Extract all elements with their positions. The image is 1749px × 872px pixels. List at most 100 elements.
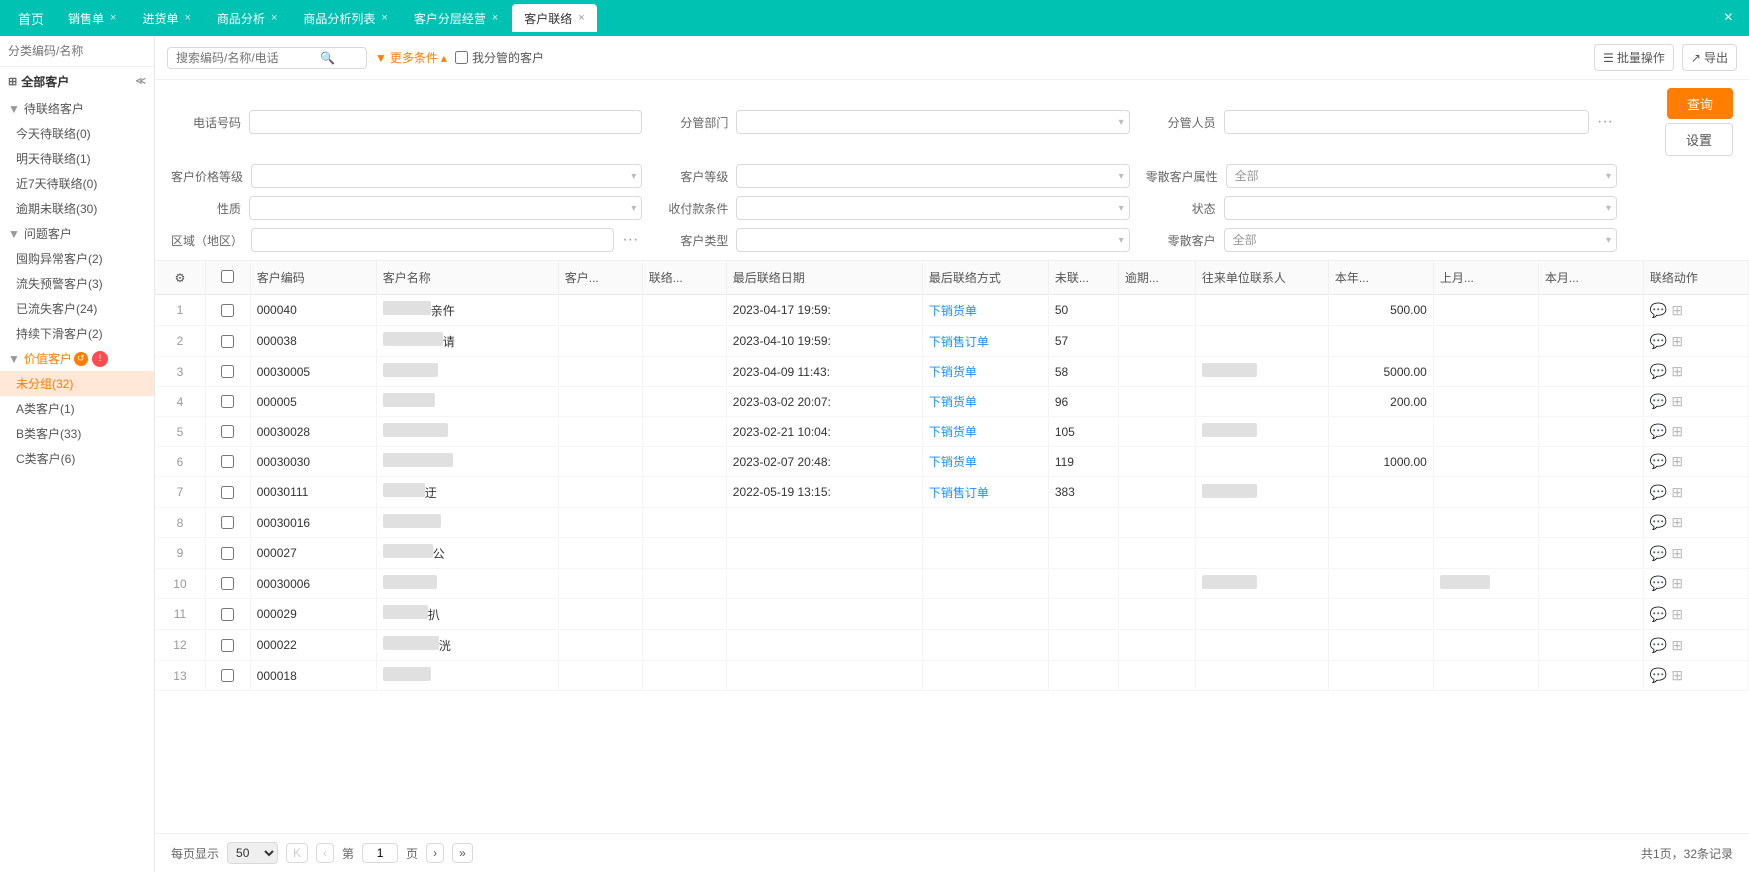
last-way-link[interactable]: 下销售订单 <box>929 486 989 500</box>
th-partner[interactable]: 往来单位联系人 <box>1195 261 1328 295</box>
batch-op-button[interactable]: ☰ 批量操作 <box>1594 44 1674 71</box>
close-sales-tab[interactable]: × <box>110 12 116 24</box>
last-page-btn[interactable]: » <box>452 843 473 863</box>
th-action[interactable]: 联络动作 <box>1643 261 1748 295</box>
sparse-attr-select[interactable]: 全部 <box>1226 164 1617 188</box>
chat-icon[interactable]: 💬 <box>1650 333 1667 350</box>
sidebar-search-input[interactable] <box>8 44 155 58</box>
th-this-month[interactable]: 本月... <box>1538 261 1643 295</box>
row-checkbox[interactable] <box>221 639 234 652</box>
tab-sales[interactable]: 销售单 × <box>56 4 128 32</box>
th-code[interactable]: 客户编码 <box>250 261 376 295</box>
chat-icon[interactable]: 💬 <box>1650 545 1667 562</box>
close-customer-contact-tab[interactable]: × <box>578 12 584 24</box>
refresh-icon[interactable]: ↺ <box>74 352 88 366</box>
payment-select[interactable] <box>736 196 1129 220</box>
row-checkbox[interactable] <box>221 669 234 682</box>
th-uncontact[interactable]: 未联... <box>1048 261 1118 295</box>
row-checkbox[interactable] <box>221 335 234 348</box>
sidebar-item-churned[interactable]: 已流失客户(24) <box>0 296 154 321</box>
sidebar-item-ungroup[interactable]: 未分组(32) <box>0 371 154 396</box>
cell-check[interactable] <box>205 538 250 569</box>
th-check[interactable] <box>205 261 250 295</box>
chat-icon[interactable]: 💬 <box>1650 423 1667 440</box>
th-last-date[interactable]: 最后联络日期 <box>726 261 922 295</box>
person-dots[interactable]: ··· <box>1593 113 1617 131</box>
chat-icon[interactable]: 💬 <box>1650 453 1667 470</box>
sidebar-item-today[interactable]: 今天待联络(0) <box>0 121 154 146</box>
more-action-icon[interactable]: ⊞ <box>1671 363 1683 380</box>
nature-select[interactable] <box>249 196 642 220</box>
chat-icon[interactable]: 💬 <box>1650 363 1667 380</box>
row-checkbox[interactable] <box>221 455 234 468</box>
row-checkbox[interactable] <box>221 486 234 499</box>
th-contact[interactable]: 联络... <box>642 261 726 295</box>
cell-check[interactable] <box>205 569 250 599</box>
next-page-btn[interactable]: › <box>426 843 444 863</box>
tab-purchase[interactable]: 进货单 × <box>130 4 202 32</box>
price-level-select[interactable] <box>251 164 642 188</box>
more-action-icon[interactable]: ⊞ <box>1671 333 1683 350</box>
more-action-icon[interactable]: ⊞ <box>1671 453 1683 470</box>
cell-check[interactable] <box>205 357 250 387</box>
sidebar-item-declining[interactable]: 持续下滑客户(2) <box>0 321 154 346</box>
customer-type-select[interactable] <box>736 228 1129 252</box>
customer-level-select[interactable] <box>736 164 1129 188</box>
select-all-checkbox[interactable] <box>221 270 234 283</box>
more-action-icon[interactable]: ⊞ <box>1671 302 1683 319</box>
row-checkbox[interactable] <box>221 577 234 590</box>
chat-icon[interactable]: 💬 <box>1650 637 1667 654</box>
more-action-icon[interactable]: ⊞ <box>1671 637 1683 654</box>
more-action-icon[interactable]: ⊞ <box>1671 667 1683 684</box>
row-checkbox[interactable] <box>221 608 234 621</box>
region-dots[interactable]: ··· <box>618 231 642 249</box>
th-type[interactable]: 客户... <box>558 261 642 295</box>
pending-group-toggle[interactable]: ▼ 待联络客户 <box>0 96 154 121</box>
person-input[interactable] <box>1224 110 1589 134</box>
home-tab[interactable]: 首页 <box>8 9 54 28</box>
tab-product-list[interactable]: 商品分析列表 × <box>291 4 399 32</box>
more-action-icon[interactable]: ⊞ <box>1671 545 1683 562</box>
cell-check[interactable] <box>205 295 250 326</box>
value-group-toggle[interactable]: ▼ 价值客户 ↺ ! <box>0 346 154 371</box>
search-icon[interactable]: 🔍 <box>320 51 335 65</box>
sidebar-item-a-class[interactable]: A类客户(1) <box>0 396 154 421</box>
phone-input[interactable] <box>249 110 642 134</box>
search-input[interactable] <box>176 51 316 65</box>
chat-icon[interactable]: 💬 <box>1650 484 1667 501</box>
th-year[interactable]: 本年... <box>1328 261 1433 295</box>
last-way-link[interactable]: 下销货单 <box>929 395 977 409</box>
more-action-icon[interactable]: ⊞ <box>1671 393 1683 410</box>
close-all-button[interactable]: × <box>1716 9 1741 27</box>
cell-check[interactable] <box>205 417 250 447</box>
last-way-link[interactable]: 下销货单 <box>929 365 977 379</box>
more-filters-btn[interactable]: ▼ 更多条件 ▴ <box>375 49 447 66</box>
cell-check[interactable] <box>205 447 250 477</box>
tab-customer-tier[interactable]: 客户分层经营 × <box>402 4 510 32</box>
export-button[interactable]: ↗ 导出 <box>1682 44 1737 71</box>
problem-group-toggle[interactable]: ▼ 问题客户 <box>0 221 154 246</box>
row-checkbox[interactable] <box>221 425 234 438</box>
dept-select[interactable] <box>736 110 1129 134</box>
chat-icon[interactable]: 💬 <box>1650 393 1667 410</box>
tab-product-analysis[interactable]: 商品分析 × <box>205 4 289 32</box>
sidebar-item-overdue[interactable]: 逾期未联络(30) <box>0 196 154 221</box>
first-page-btn[interactable]: K <box>286 843 308 863</box>
sidebar-item-churn-warning[interactable]: 流失预警客户(3) <box>0 271 154 296</box>
cell-check[interactable] <box>205 387 250 417</box>
last-way-link[interactable]: 下销货单 <box>929 304 977 318</box>
row-checkbox[interactable] <box>221 304 234 317</box>
cell-check[interactable] <box>205 599 250 630</box>
row-checkbox[interactable] <box>221 547 234 560</box>
close-customer-tier-tab[interactable]: × <box>492 12 498 24</box>
sidebar-item-abnormal[interactable]: 囤购异常客户(2) <box>0 246 154 271</box>
status-select[interactable] <box>1224 196 1617 220</box>
gear-icon[interactable]: ⚙ <box>175 271 186 285</box>
chat-icon[interactable]: 💬 <box>1650 606 1667 623</box>
page-input[interactable] <box>362 843 398 863</box>
last-way-link[interactable]: 下销售订单 <box>929 335 989 349</box>
row-checkbox[interactable] <box>221 395 234 408</box>
close-product-tab[interactable]: × <box>271 12 277 24</box>
all-customers-header[interactable]: ⊞ 全部客户 ≪ <box>0 67 154 96</box>
last-way-link[interactable]: 下销货单 <box>929 425 977 439</box>
